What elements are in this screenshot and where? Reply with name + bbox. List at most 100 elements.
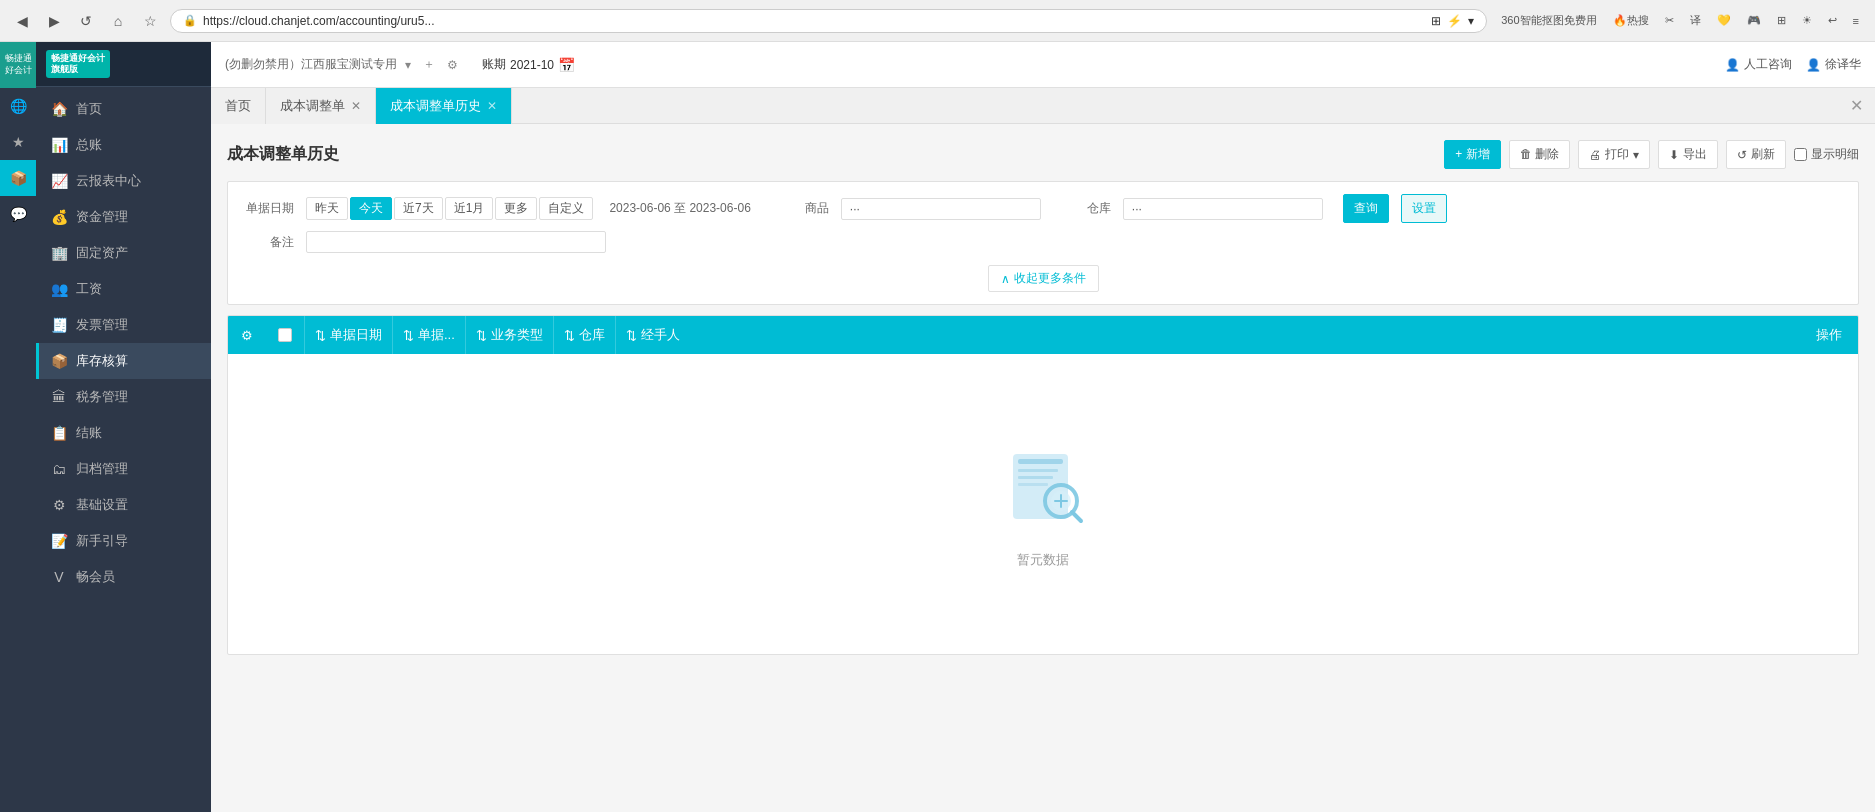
back-button[interactable]: ◀ [10, 9, 34, 33]
user-label: 徐译华 [1825, 56, 1861, 73]
query-button[interactable]: 查询 [1343, 194, 1389, 223]
date-btn-yesterday[interactable]: 昨天 [306, 197, 348, 220]
app-wrapper: 畅捷通好会计 🌐 ★ 📦 💬 畅捷通好会计 旗舰版 🏠 首页 📊 总账 📈 [0, 42, 1875, 812]
game-btn[interactable]: 🎮 [1741, 11, 1767, 30]
delete-button[interactable]: 🗑 删除 [1509, 140, 1570, 169]
sidebar-label-reports: 云报表中心 [76, 172, 141, 190]
goods-selector[interactable]: ··· [841, 198, 1041, 220]
show-detail-checkbox[interactable] [1794, 148, 1807, 161]
service-icon: 👤 [1725, 58, 1740, 72]
sidebar-label-home: 首页 [76, 100, 102, 118]
service-btn[interactable]: 👤 人工咨询 [1725, 56, 1792, 73]
scissors-btn[interactable]: ✂ [1659, 11, 1680, 30]
print-dropdown-icon: ▾ [1633, 148, 1639, 162]
tab-cost-adjust[interactable]: 成本调整单 ✕ [266, 88, 376, 124]
calendar-icon[interactable]: 📅 [558, 57, 575, 73]
warehouse-selector[interactable]: ··· [1123, 198, 1323, 220]
date-btn-7days[interactable]: 近7天 [394, 197, 443, 220]
dropdown-icon[interactable]: ▾ [405, 58, 411, 72]
settings-button[interactable]: 设置 [1401, 194, 1447, 223]
icon-bar-active[interactable]: 📦 [0, 160, 36, 196]
date-btn-1month[interactable]: 近1月 [445, 197, 494, 220]
bookmark-button[interactable]: ☆ [138, 9, 162, 33]
home-button[interactable]: ⌂ [106, 9, 130, 33]
refresh-button[interactable]: ↺ 刷新 [1726, 140, 1786, 169]
goods-dots: ··· [850, 202, 860, 216]
sidebar-item-home[interactable]: 🏠 首页 [36, 91, 211, 127]
invoice-icon: 🧾 [50, 316, 68, 334]
date-btn-today[interactable]: 今天 [350, 197, 392, 220]
th-operator[interactable]: ⇅ 经手人 [615, 316, 690, 354]
tab-cost-adjust-history[interactable]: 成本调整单历史 ✕ [376, 88, 512, 124]
user-btn[interactable]: 👤 徐译华 [1806, 56, 1861, 73]
address-bar[interactable]: 🔒 https://cloud.chanjet.com/accounting/u… [170, 9, 1487, 33]
sidebar-item-settings[interactable]: ⚙ 基础设置 [36, 487, 211, 523]
icon-bar-star[interactable]: ★ [0, 124, 36, 160]
tab-home[interactable]: 首页 [211, 88, 266, 124]
icon-bar-weibo[interactable]: 🌐 [0, 88, 36, 124]
sidebar-label-closing: 结账 [76, 424, 102, 442]
sidebar-item-invoice[interactable]: 🧾 发票管理 [36, 307, 211, 343]
icon-bar-msg[interactable]: 💬 [0, 196, 36, 232]
th-operator-label: 经手人 [641, 326, 680, 344]
tax-icon: 🏛 [50, 388, 68, 406]
sidebar-item-funds[interactable]: 💰 资金管理 [36, 199, 211, 235]
svg-rect-4 [1018, 483, 1048, 486]
browser-bar: ◀ ▶ ↺ ⌂ ☆ 🔒 https://cloud.chanjet.com/ac… [0, 0, 1875, 42]
date-btn-custom[interactable]: 自定义 [539, 197, 593, 220]
date-range-display: 2023-06-06 至 2023-06-06 [609, 200, 750, 217]
hot-search-btn[interactable]: 🔥热搜 [1607, 10, 1655, 31]
sidebar-item-closing[interactable]: 📋 结账 [36, 415, 211, 451]
tab-cost-adjust-history-close[interactable]: ✕ [487, 99, 497, 113]
translate-btn[interactable]: 译 [1684, 10, 1707, 31]
settings-icon-top[interactable]: ⚙ [447, 58, 458, 72]
add-company-icon[interactable]: ＋ [423, 56, 435, 73]
sidebar-header: 畅捷通好会计 旗舰版 [36, 42, 211, 87]
sidebar-item-general-ledger[interactable]: 📊 总账 [36, 127, 211, 163]
notes-filter-label: 备注 [244, 234, 294, 251]
date-btn-more[interactable]: 更多 [495, 197, 537, 220]
sidebar-label-invoice: 发票管理 [76, 316, 128, 334]
print-button[interactable]: 🖨 打印 ▾ [1578, 140, 1650, 169]
export-button[interactable]: ⬇ 导出 [1658, 140, 1718, 169]
th-checkbox[interactable] [266, 328, 304, 342]
menu-btn[interactable]: ≡ [1847, 12, 1865, 30]
sidebar-item-guide[interactable]: 📝 新手引导 [36, 523, 211, 559]
archive-icon: 🗂 [50, 460, 68, 478]
top-bar-left: (勿删勿禁用）江西服宝测试专用 ▾ ＋ ⚙ 账期 2021-10 📅 [225, 56, 575, 73]
sidebar-item-payroll[interactable]: 👥 工资 [36, 271, 211, 307]
th-number[interactable]: ⇅ 单据... [392, 316, 465, 354]
reload-button[interactable]: ↺ [74, 9, 98, 33]
tab-cost-adjust-close[interactable]: ✕ [351, 99, 361, 113]
sidebar-item-inventory[interactable]: 📦 库存核算 [36, 343, 211, 379]
th-number-label: 单据... [418, 326, 455, 344]
th-warehouse[interactable]: ⇅ 仓库 [553, 316, 615, 354]
th-settings[interactable]: ⚙ [228, 328, 266, 343]
top-bar: (勿删勿禁用）江西服宝测试专用 ▾ ＋ ⚙ 账期 2021-10 📅 👤 人工咨… [211, 42, 1875, 88]
user-icon: 👤 [1806, 58, 1821, 72]
show-detail-label[interactable]: 显示明细 [1794, 146, 1859, 163]
apps-btn[interactable]: ⊞ [1771, 11, 1792, 30]
company-name: (勿删勿禁用）江西服宝测试专用 [225, 56, 397, 73]
close-all-tabs-btn[interactable]: ✕ [1838, 96, 1875, 115]
search-btn[interactable]: 360智能抠图免费用 [1495, 10, 1602, 31]
sidebar: 畅捷通好会计 旗舰版 🏠 首页 📊 总账 📈 云报表中心 💰 资金管理 [36, 42, 211, 812]
sidebar-item-archive[interactable]: 🗂 归档管理 [36, 451, 211, 487]
wallet-btn[interactable]: 💛 [1711, 11, 1737, 30]
sidebar-item-reports[interactable]: 📈 云报表中心 [36, 163, 211, 199]
select-all-checkbox[interactable] [278, 328, 292, 342]
notes-input[interactable] [306, 231, 606, 253]
theme-btn[interactable]: ☀ [1796, 11, 1818, 30]
th-biz-type[interactable]: ⇅ 业务类型 [465, 316, 553, 354]
show-detail-text: 显示明细 [1811, 146, 1859, 163]
fixed-assets-icon: 🏢 [50, 244, 68, 262]
undo-btn[interactable]: ↩ [1822, 11, 1843, 30]
sidebar-item-fixed-assets[interactable]: 🏢 固定资产 [36, 235, 211, 271]
new-button[interactable]: + 新增 [1444, 140, 1500, 169]
collapse-btn[interactable]: ∧ 收起更多条件 [988, 265, 1099, 292]
sidebar-item-tax[interactable]: 🏛 税务管理 [36, 379, 211, 415]
forward-button[interactable]: ▶ [42, 9, 66, 33]
sidebar-item-member[interactable]: V 畅会员 [36, 559, 211, 595]
chevron-down-icon: ▾ [1468, 14, 1474, 28]
th-date[interactable]: ⇅ 单据日期 [304, 316, 392, 354]
